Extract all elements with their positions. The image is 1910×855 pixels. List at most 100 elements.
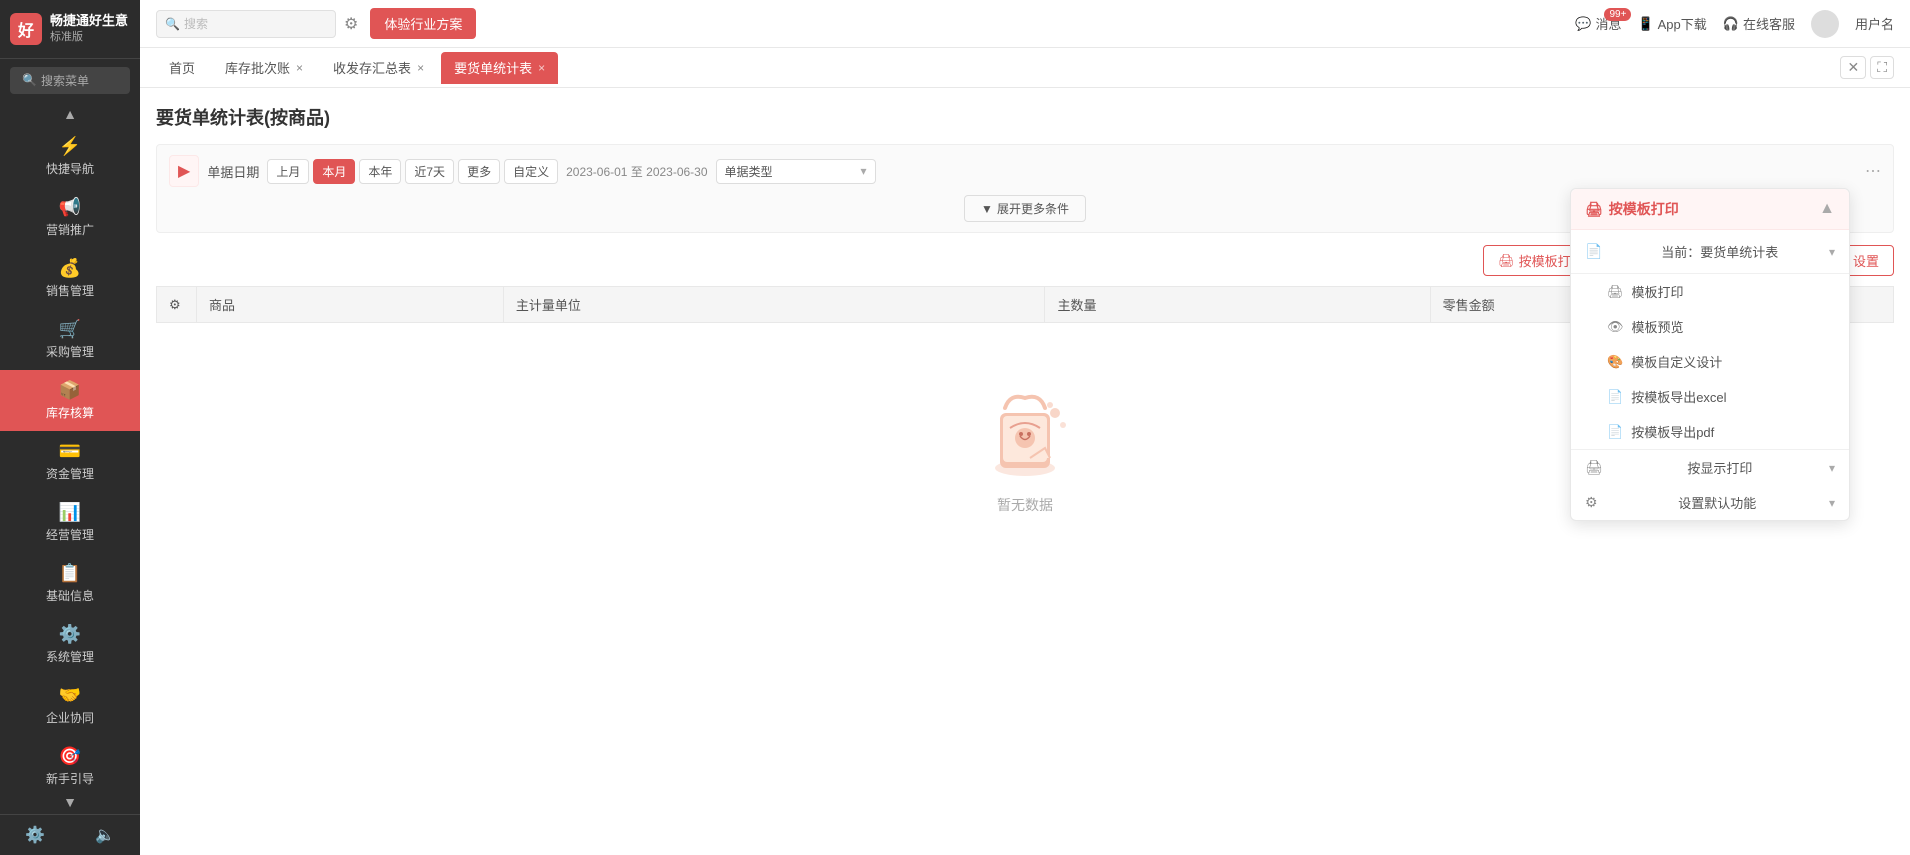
sales-icon: 💰	[59, 258, 81, 279]
dropdown-template-export-pdf[interactable]: 📄 按模板导出pdf	[1571, 414, 1849, 449]
dropdown-up-btn[interactable]: ▲	[1819, 200, 1835, 218]
sidebar-item-newbie[interactable]: 🎯 新手引导	[0, 736, 140, 790]
message-icon: 💬	[1575, 16, 1591, 32]
dropdown-section-current: 📄 当前：要货单统计表 ▾	[1571, 230, 1849, 273]
filter-expand-toggle[interactable]: ▶	[169, 155, 199, 187]
empty-text-label: 暂无数据	[997, 495, 1053, 515]
topbar-search-placeholder: 搜索	[184, 15, 208, 32]
tab-close-collection-summary[interactable]: ×	[417, 61, 424, 75]
inventory-batch-label: 库存批次账	[225, 58, 290, 77]
basic-icon: 📋	[59, 563, 81, 584]
default-func-arrow-icon: ▾	[1829, 496, 1835, 510]
expand-more-label: 展开更多条件	[997, 200, 1069, 217]
sidebar-item-shortcut[interactable]: ⚡ 快捷导航	[0, 126, 140, 187]
dropdown-current-item[interactable]: 📄 当前：要货单统计表 ▾	[1571, 234, 1849, 269]
marketing-label: 营销推广	[46, 221, 94, 238]
operation-label: 经营管理	[46, 526, 94, 543]
empty-illustration	[975, 383, 1075, 483]
filter-actions: ⋯	[1865, 161, 1881, 181]
topbar-search-box[interactable]: 🔍 搜索	[156, 10, 336, 38]
topbar-gear-icon[interactable]: ⚙	[344, 14, 358, 34]
scroll-up-btn[interactable]: ▲	[0, 102, 140, 126]
sidebar-item-system[interactable]: ⚙️ 系统管理	[0, 614, 140, 675]
default-func-icon: ⚙	[1585, 494, 1598, 511]
template-print-icon: 🖨	[1607, 284, 1624, 300]
basic-label: 基础信息	[46, 587, 94, 604]
search-icon: 🔍	[22, 73, 37, 87]
template-preview-icon: 👁	[1607, 319, 1624, 335]
tab-close-requisition-stats[interactable]: ×	[538, 61, 545, 75]
app-download-label: App下载	[1658, 14, 1707, 33]
sidebar-logo: 好 畅捷通好生意 标准版	[0, 0, 140, 59]
display-print-arrow-icon: ▾	[1829, 461, 1835, 475]
expand-down-icon: ▼	[981, 202, 993, 216]
maximize-btn[interactable]: ⛶	[1870, 56, 1894, 79]
dropdown-title-label: 按模板打印	[1609, 199, 1679, 219]
col-product: 商品	[197, 287, 504, 323]
system-icon: ⚙️	[59, 624, 81, 645]
collection-summary-label: 收发存汇总表	[333, 58, 411, 77]
username-label: 用户名	[1855, 14, 1894, 33]
user-avatar[interactable]	[1811, 10, 1839, 38]
sidebar-item-finance[interactable]: 💳 资金管理	[0, 431, 140, 492]
date-btn-this-year[interactable]: 本年	[359, 159, 401, 184]
newbie-icon: 🎯	[59, 746, 81, 767]
close-all-tabs-btn[interactable]: ✕	[1840, 56, 1866, 79]
edition-label: 标准版	[50, 30, 128, 45]
expand-more-btn[interactable]: ▼ 展开更多条件	[964, 195, 1086, 222]
speaker-footer-btn[interactable]: 🔈	[95, 825, 115, 845]
page-title: 要货单统计表(按商品)	[156, 104, 1894, 130]
col-quantity-label: 主数量	[1057, 298, 1096, 313]
date-btn-this-month[interactable]: 本月	[313, 159, 355, 184]
dropdown-display-print[interactable]: 🖨 按显示打印 ▾	[1571, 450, 1849, 485]
app-download-btn[interactable]: 📱 App下载	[1637, 14, 1706, 33]
purchase-label: 采购管理	[46, 343, 94, 360]
dropdown-template-design[interactable]: 🎨 模板自定义设计	[1571, 344, 1849, 379]
home-tab-label: 首页	[169, 58, 195, 77]
date-btn-more[interactable]: 更多	[458, 159, 500, 184]
sidebar-search-btn[interactable]: 🔍 搜索菜单	[10, 67, 130, 94]
date-btn-7days[interactable]: 近7天	[405, 159, 454, 184]
sidebar-item-operation[interactable]: 📊 经营管理	[0, 492, 140, 553]
tab-inventory-batch[interactable]: 库存批次账 ×	[212, 52, 316, 84]
dropdown-template-preview[interactable]: 👁 模板预览	[1571, 309, 1849, 344]
sidebar-item-purchase[interactable]: 🛒 采购管理	[0, 309, 140, 370]
shortcut-icon: ⚡	[59, 136, 81, 157]
doc-type-label: 单据类型	[725, 163, 773, 180]
print-icon: 🖨	[1498, 253, 1515, 269]
dropdown-template-icon: 📄	[1585, 243, 1602, 260]
sidebar: 好 畅捷通好生意 标准版 🔍 搜索菜单 ▲ ⚡ 快捷导航 📢 营销推广 💰 销售…	[0, 0, 140, 855]
filter-more-icon[interactable]: ⋯	[1865, 161, 1881, 181]
dropdown-template-print[interactable]: 🖨 模板打印	[1571, 274, 1849, 309]
doc-type-select[interactable]: 单据类型 ▾	[716, 159, 876, 184]
logo-icon: 好	[10, 13, 42, 45]
tab-collection-summary[interactable]: 收发存汇总表 ×	[320, 52, 437, 84]
sidebar-item-basic[interactable]: 📋 基础信息	[0, 553, 140, 614]
settings-footer-btn[interactable]: ⚙️	[25, 825, 45, 845]
sidebar-item-marketing[interactable]: 📢 营销推广	[0, 187, 140, 248]
sidebar-footer: ⚙️ 🔈	[0, 814, 140, 855]
tab-close-inventory-batch[interactable]: ×	[296, 61, 303, 75]
settings-label: 设置	[1853, 254, 1879, 269]
date-btn-last-month[interactable]: 上月	[267, 159, 309, 184]
dropdown-template-export-excel[interactable]: 📄 按模板导出excel	[1571, 379, 1849, 414]
sales-label: 销售管理	[46, 282, 94, 299]
date-btn-custom[interactable]: 自定义	[504, 159, 558, 184]
topbar-right: 💬 消息 99+ 📱 App下载 🎧 在线客服 用户名	[1575, 10, 1894, 38]
online-service-btn[interactable]: 🎧 在线客服	[1723, 14, 1795, 33]
online-service-label: 在线客服	[1743, 14, 1795, 33]
tab-requisition-stats[interactable]: 要货单统计表 ×	[441, 52, 558, 84]
col-settings[interactable]: ⚙	[157, 287, 197, 323]
messages-btn[interactable]: 💬 消息 99+	[1575, 14, 1621, 33]
dropdown-default-func[interactable]: ⚙ 设置默认功能 ▾	[1571, 485, 1849, 520]
sidebar-item-inventory[interactable]: 📦 库存核算	[0, 370, 140, 431]
template-print-item-label: 模板打印	[1632, 282, 1684, 301]
current-arrow-icon: ▾	[1829, 245, 1835, 259]
export-pdf-icon: 📄	[1607, 424, 1623, 440]
trial-button[interactable]: 体验行业方案	[370, 8, 476, 39]
scroll-down-btn[interactable]: ▼	[0, 790, 140, 814]
filter-row: ▶ 单据日期 上月 本月 本年 近7天 更多 自定义 2023-06-01 至 …	[169, 155, 1881, 187]
tab-home[interactable]: 首页	[156, 52, 208, 84]
sidebar-item-sales[interactable]: 💰 销售管理	[0, 248, 140, 309]
sidebar-item-collab[interactable]: 🤝 企业协同	[0, 675, 140, 736]
